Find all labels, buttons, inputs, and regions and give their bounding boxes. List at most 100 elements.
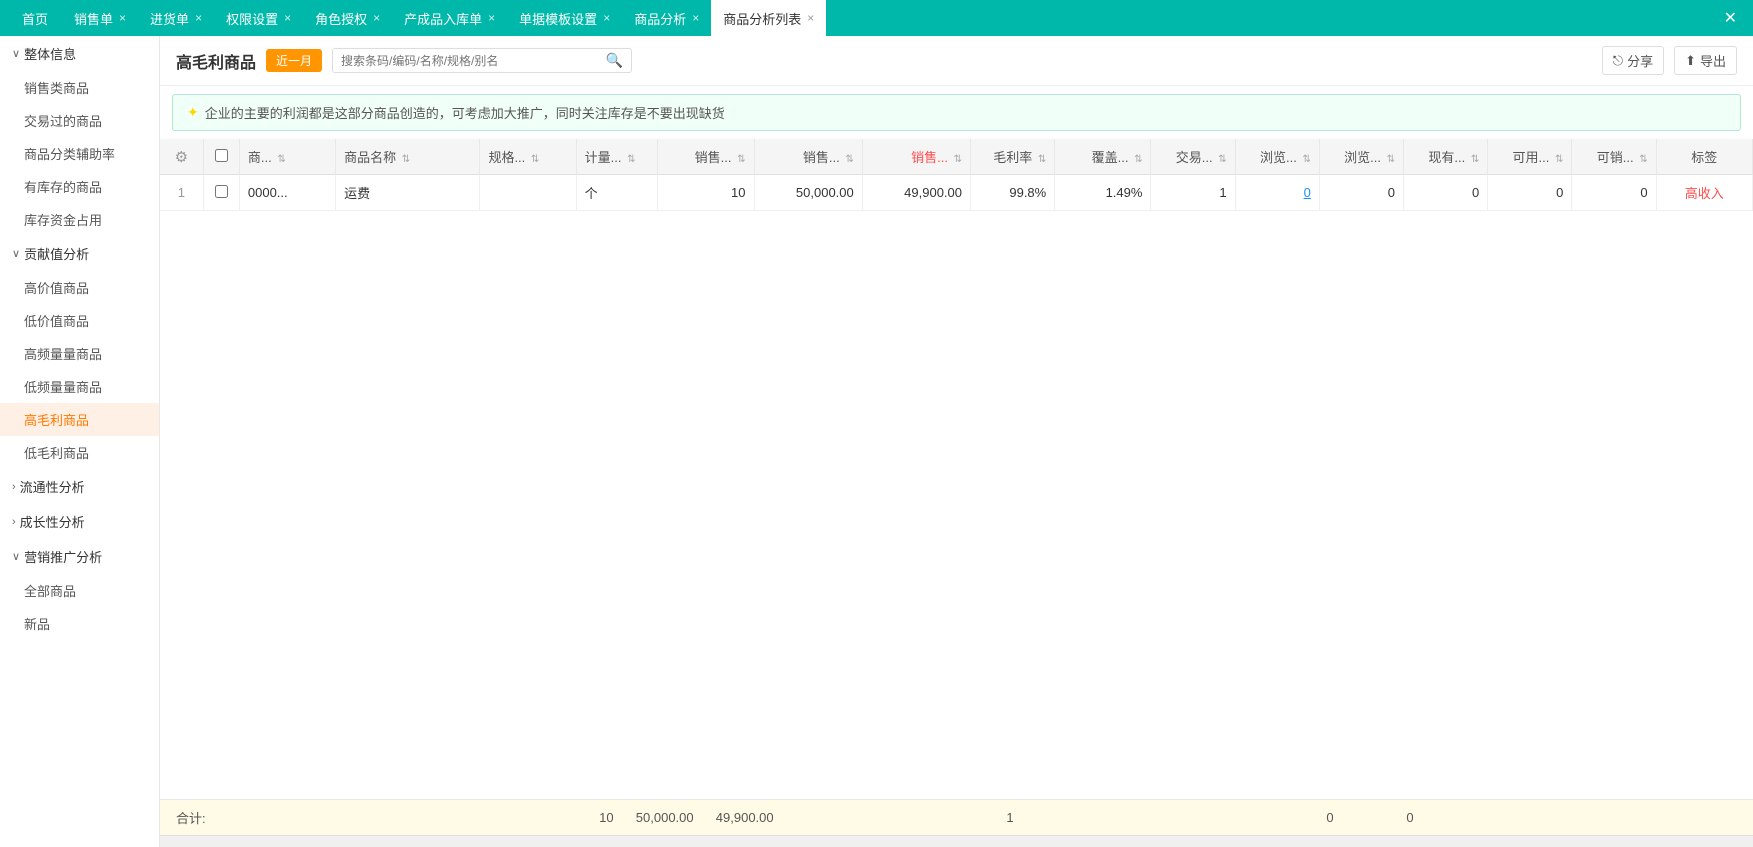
nav-tab-product-entry[interactable]: 产成品入库单 ×: [392, 0, 507, 36]
expand-arrow-growth: ›: [12, 516, 16, 528]
sidebar-item-all-goods[interactable]: 全部商品: [0, 574, 159, 607]
sort-icon-spec: ⇅: [531, 154, 539, 165]
expand-arrow-finance: ∨: [12, 247, 20, 260]
sidebar-section-overall[interactable]: ∨ 整体信息: [0, 36, 159, 71]
footer-saleable: 0: [1342, 810, 1422, 825]
sidebar-section-growth-analysis[interactable]: › 成长性分析: [0, 504, 159, 539]
table-header-row: ⚙ 商... ⇅ 商品名称 ⇅: [160, 139, 1753, 175]
browse1-link[interactable]: 0: [1304, 185, 1311, 200]
nav-tab-template-settings[interactable]: 单据模板设置 ×: [507, 0, 622, 36]
sort-icon-browse1: ⇅: [1302, 154, 1310, 165]
close-tab-template-settings[interactable]: ×: [603, 11, 610, 25]
goods-table: ⚙ 商... ⇅ 商品名称 ⇅: [160, 139, 1753, 211]
th-browse2[interactable]: 浏览... ⇅: [1319, 139, 1403, 175]
select-all-checkbox[interactable]: [215, 149, 228, 162]
th-trans[interactable]: 交易... ⇅: [1151, 139, 1235, 175]
cell-sales-cost: 49,900.00: [862, 175, 970, 211]
sidebar-item-in-stock-goods[interactable]: 有库存的商品: [0, 170, 159, 203]
th-browse1[interactable]: 浏览... ⇅: [1235, 139, 1319, 175]
nav-tab-purchase[interactable]: 进货单 ×: [138, 0, 214, 36]
sidebar-item-sales-goods[interactable]: 销售类商品: [0, 71, 159, 104]
nav-tab-product-analysis[interactable]: 商品分析 ×: [622, 0, 711, 36]
close-tab-purchase[interactable]: ×: [195, 11, 202, 25]
search-input[interactable]: [341, 54, 606, 68]
sidebar-item-high-price-goods[interactable]: 高价值商品: [0, 271, 159, 304]
sidebar-item-traded-goods[interactable]: 交易过的商品: [0, 104, 159, 137]
footer-trans: 1: [942, 810, 1022, 825]
th-settings[interactable]: ⚙: [160, 139, 203, 175]
total-label: 合计:: [176, 808, 206, 827]
cell-stock1: 0: [1404, 175, 1488, 211]
sidebar-item-new-goods[interactable]: 新品: [0, 607, 159, 640]
search-icon[interactable]: 🔍: [606, 52, 623, 69]
settings-icon[interactable]: ⚙: [175, 149, 188, 166]
th-sales-amt[interactable]: 销售... ⇅: [754, 139, 862, 175]
close-tab-product-entry[interactable]: ×: [488, 11, 495, 25]
cell-unit: 个: [576, 175, 658, 211]
th-name[interactable]: 商品名称 ⇅: [336, 139, 480, 175]
close-tab-product-analysis-list[interactable]: ×: [807, 11, 814, 25]
close-tab-sales[interactable]: ×: [119, 11, 126, 25]
close-tab-role-permission[interactable]: ×: [373, 11, 380, 25]
share-button[interactable]: ⎋ 分享: [1602, 46, 1664, 75]
tag-label-high-income: 高收入: [1685, 186, 1724, 201]
sort-icon-code: ⇅: [277, 154, 285, 165]
th-sales-cost[interactable]: 销售... ⇅: [862, 139, 970, 175]
sort-icon-trans: ⇅: [1218, 154, 1226, 165]
th-profit-rate[interactable]: 毛利率 ⇅: [971, 139, 1055, 175]
th-cover[interactable]: 覆盖... ⇅: [1055, 139, 1151, 175]
top-navigation: 首页 销售单 × 进货单 × 权限设置 × 角色授权 × 产成品入库单 × 单据…: [0, 0, 1753, 36]
share-icon: ⎋: [1613, 53, 1623, 69]
table-container[interactable]: ⚙ 商... ⇅ 商品名称 ⇅: [160, 139, 1753, 799]
th-tag[interactable]: 标签: [1656, 139, 1752, 175]
search-box[interactable]: 🔍: [332, 48, 632, 73]
sidebar-item-low-profit-goods[interactable]: 低毛利商品: [0, 436, 159, 469]
tip-icon: ✦: [187, 104, 199, 121]
cell-check[interactable]: [203, 175, 239, 211]
cell-browse1[interactable]: 0: [1235, 175, 1319, 211]
sidebar-item-classification-assist[interactable]: 商品分类辅助率: [0, 137, 159, 170]
cell-code: 0000...: [239, 175, 335, 211]
period-button[interactable]: 近一月: [266, 49, 322, 72]
nav-tab-sales[interactable]: 销售单 ×: [62, 0, 138, 36]
th-spec[interactable]: 规格... ⇅: [480, 139, 576, 175]
th-check[interactable]: [203, 139, 239, 175]
sort-icon-stock1: ⇅: [1471, 154, 1479, 165]
row-checkbox[interactable]: [215, 185, 228, 198]
sidebar-item-high-profit-goods[interactable]: 高毛利商品: [0, 403, 159, 436]
sidebar-section-marketing-analysis[interactable]: ∨ 营销推广分析: [0, 539, 159, 574]
cell-num: 1: [160, 175, 203, 211]
th-stock1[interactable]: 现有... ⇅: [1404, 139, 1488, 175]
sort-icon-stock2: ⇅: [1555, 154, 1563, 165]
nav-tab-permission-settings[interactable]: 权限设置 ×: [214, 0, 303, 36]
th-saleable[interactable]: 可销... ⇅: [1572, 139, 1656, 175]
horizontal-scrollbar[interactable]: [160, 835, 1753, 847]
close-tab-permission-settings[interactable]: ×: [284, 11, 291, 25]
close-tab-product-analysis[interactable]: ×: [692, 11, 699, 25]
sidebar-item-low-price-goods[interactable]: 低价值商品: [0, 304, 159, 337]
sidebar-section-finance-analysis[interactable]: ∨ 贡献值分析: [0, 236, 159, 271]
cell-name: 运费: [336, 175, 480, 211]
close-window-button[interactable]: ✕: [1716, 8, 1745, 28]
info-tip: ✦ 企业的主要的利润都是这部分商品创造的，可考虑加大推广，同时关注库存是不要出现…: [172, 94, 1741, 131]
cell-stock2: 0: [1488, 175, 1572, 211]
cell-sales-amt: 50,000.00: [754, 175, 862, 211]
th-sales-qty[interactable]: 销售... ⇅: [658, 139, 754, 175]
expand-arrow-marketing: ∨: [12, 550, 20, 563]
sidebar-section-flow-analysis[interactable]: › 流通性分析: [0, 469, 159, 504]
content-area: 高毛利商品 近一月 🔍 ⎋ 分享 ⬆ 导出 ✦ 企业的主要的利润都是这部分商品创…: [160, 36, 1753, 847]
footer-sales-qty: 10: [542, 810, 622, 825]
page-title: 高毛利商品: [176, 49, 256, 73]
nav-home[interactable]: 首页: [8, 9, 62, 28]
th-stock2[interactable]: 可用... ⇅: [1488, 139, 1572, 175]
nav-tab-role-permission[interactable]: 角色授权 ×: [303, 0, 392, 36]
export-button[interactable]: ⬆ 导出: [1674, 46, 1737, 75]
sidebar-item-high-freq-goods[interactable]: 高频量量商品: [0, 337, 159, 370]
nav-tab-product-analysis-list[interactable]: 商品分析列表 ×: [711, 0, 826, 36]
cell-cover: 1.49%: [1055, 175, 1151, 211]
th-unit[interactable]: 计量... ⇅: [576, 139, 658, 175]
sidebar-item-low-freq-goods[interactable]: 低频量量商品: [0, 370, 159, 403]
sort-icon-sales-cost: ⇅: [954, 154, 962, 165]
sidebar-item-stock-fund-occupied[interactable]: 库存资金占用: [0, 203, 159, 236]
th-code[interactable]: 商... ⇅: [239, 139, 335, 175]
